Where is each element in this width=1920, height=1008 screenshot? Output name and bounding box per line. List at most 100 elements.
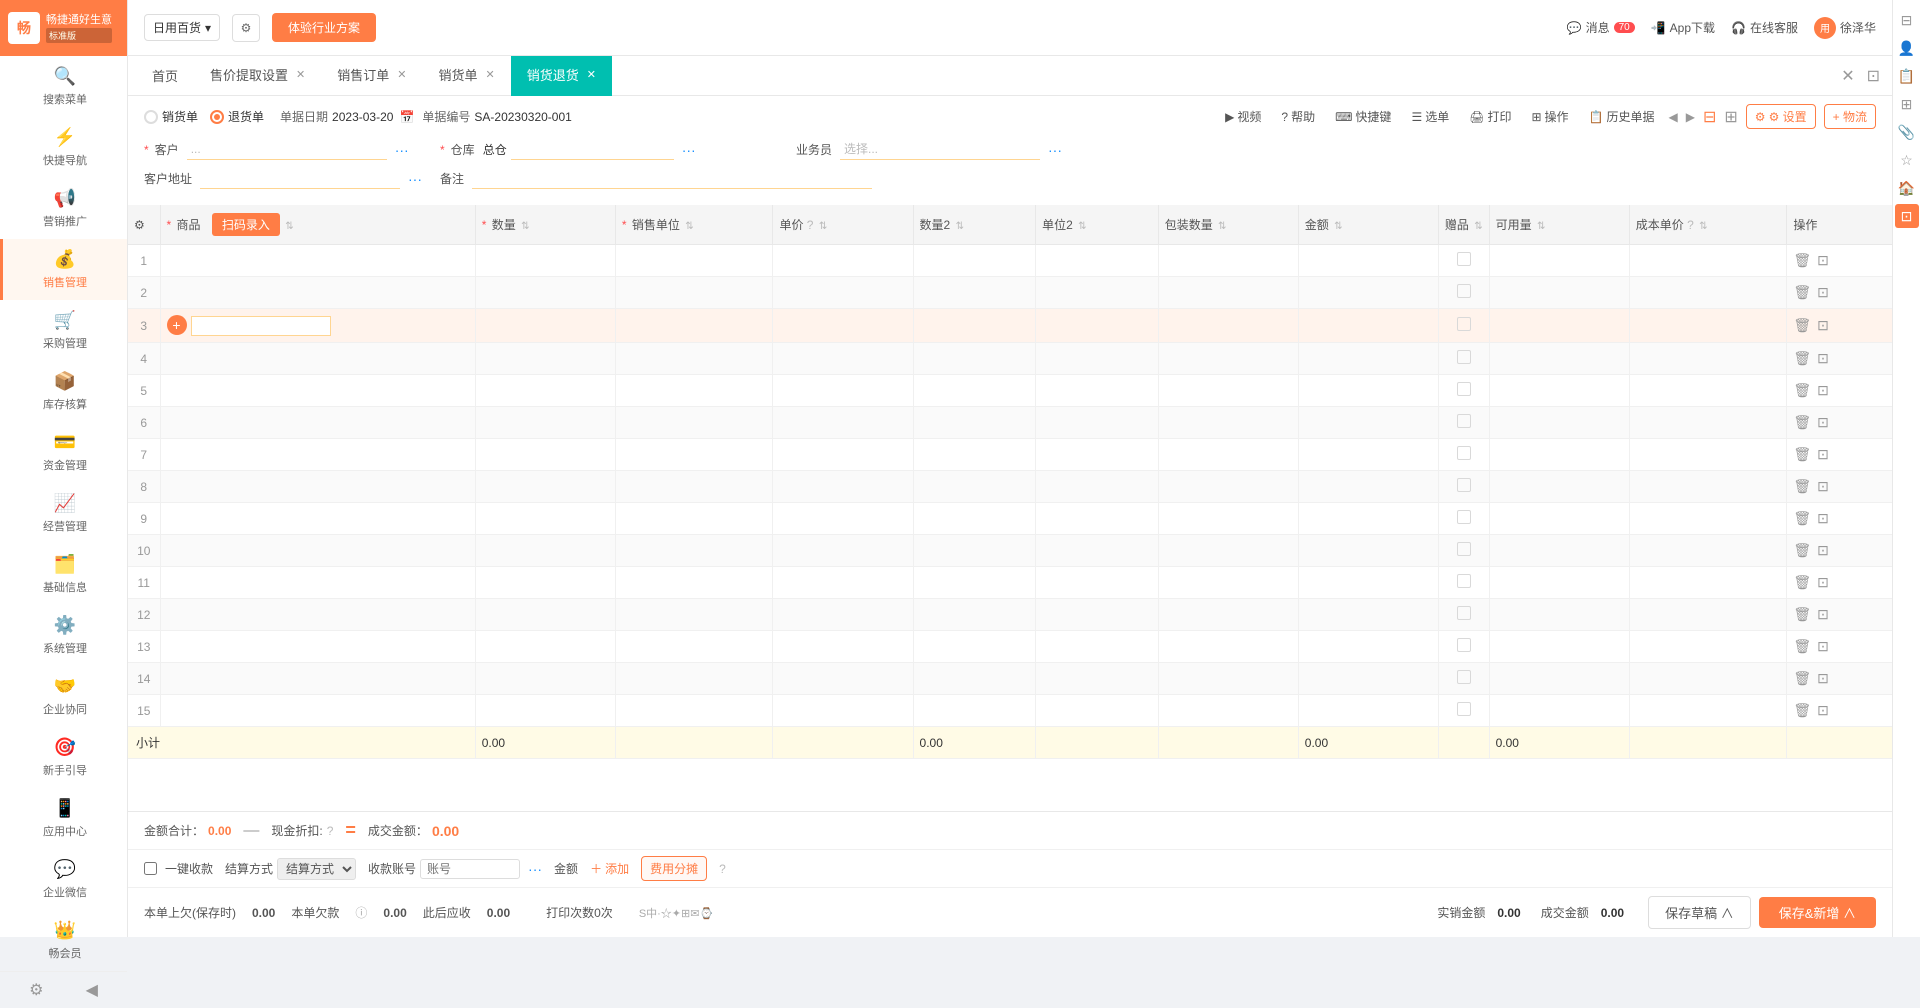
- copy-icon[interactable]: ⊡: [1817, 252, 1829, 269]
- radio-sales-delivery[interactable]: 销货单: [144, 108, 198, 125]
- qty2-cell[interactable]: [913, 375, 1036, 407]
- delete-icon[interactable]: 🗑: [1793, 542, 1811, 559]
- topbar-gear-button[interactable]: ⚙: [232, 14, 260, 42]
- product-cell[interactable]: +: [160, 309, 475, 343]
- unit-price-cell[interactable]: [773, 407, 913, 439]
- unit2-cell[interactable]: [1036, 503, 1159, 535]
- quantity-cell[interactable]: [475, 375, 615, 407]
- unit-price-cell[interactable]: [773, 567, 913, 599]
- sort-icon[interactable]: ⇅: [1334, 221, 1342, 232]
- cost-price-cell[interactable]: [1629, 309, 1787, 343]
- sales-unit-cell[interactable]: [615, 277, 773, 309]
- amount-cell[interactable]: [1298, 631, 1438, 663]
- unit2-cell[interactable]: [1036, 663, 1159, 695]
- info-icon[interactable]: ?: [1687, 218, 1694, 232]
- gift-checkbox[interactable]: [1457, 350, 1471, 364]
- tab-close-icon[interactable]: ✕: [296, 68, 305, 81]
- sales-unit-cell[interactable]: [615, 375, 773, 407]
- available-cell[interactable]: [1489, 535, 1629, 567]
- qty2-cell[interactable]: [913, 663, 1036, 695]
- available-cell[interactable]: [1489, 567, 1629, 599]
- right-panel-icon-1[interactable]: ⊟: [1895, 8, 1919, 32]
- delete-icon[interactable]: 🗑: [1793, 638, 1811, 655]
- gift-checkbox[interactable]: [1457, 638, 1471, 652]
- pack-qty-cell[interactable]: [1158, 631, 1298, 663]
- gift-checkbox[interactable]: [1457, 284, 1471, 298]
- gift-checkbox[interactable]: [1457, 606, 1471, 620]
- save-draft-button[interactable]: 保存草稿 ∧: [1648, 896, 1751, 929]
- delete-icon[interactable]: 🗑: [1793, 252, 1811, 269]
- unit2-cell[interactable]: [1036, 375, 1159, 407]
- unit-price-cell[interactable]: [773, 503, 913, 535]
- unit-price-cell[interactable]: [773, 309, 913, 343]
- tab-home[interactable]: 首页: [136, 56, 194, 96]
- right-panel-icon-4[interactable]: ⊞: [1895, 92, 1919, 116]
- tab-close-icon[interactable]: ✕: [587, 68, 596, 81]
- sort-icon[interactable]: ⇅: [285, 221, 293, 232]
- sales-unit-cell[interactable]: [615, 439, 773, 471]
- sort-icon[interactable]: ⇅: [819, 221, 827, 232]
- pack-qty-cell[interactable]: [1158, 599, 1298, 631]
- amount-cell[interactable]: [1298, 471, 1438, 503]
- sales-unit-cell[interactable]: [615, 567, 773, 599]
- tab-price-setting[interactable]: 售价提取设置 ✕: [194, 56, 321, 96]
- quantity-cell[interactable]: [475, 343, 615, 375]
- cost-price-cell[interactable]: [1629, 407, 1787, 439]
- user-profile-btn[interactable]: 用 徐泽华: [1814, 17, 1876, 39]
- available-cell[interactable]: [1489, 439, 1629, 471]
- unit-price-cell[interactable]: [773, 471, 913, 503]
- amount-cell[interactable]: [1298, 599, 1438, 631]
- gift-cell[interactable]: [1438, 375, 1489, 407]
- delete-icon[interactable]: 🗑: [1793, 574, 1811, 591]
- sidebar-item-operation[interactable]: 📈 经营管理: [0, 483, 127, 544]
- sort-icon[interactable]: ⇅: [1078, 221, 1086, 232]
- online-service-btn[interactable]: 🎧 在线客服: [1731, 19, 1798, 36]
- unit-price-cell[interactable]: [773, 535, 913, 567]
- pack-qty-cell[interactable]: [1158, 471, 1298, 503]
- remark-input[interactable]: [472, 168, 872, 189]
- gift-cell[interactable]: [1438, 407, 1489, 439]
- pack-qty-cell[interactable]: [1158, 695, 1298, 727]
- tab-sales-delivery[interactable]: 销货单 ✕: [422, 56, 510, 96]
- pack-qty-cell[interactable]: [1158, 567, 1298, 599]
- warehouse-lookup-icon[interactable]: ···: [682, 142, 696, 158]
- amount-cell[interactable]: [1298, 375, 1438, 407]
- product-cell[interactable]: [160, 407, 475, 439]
- copy-icon[interactable]: ⊡: [1817, 382, 1829, 399]
- fee-split-hint[interactable]: ?: [719, 862, 726, 876]
- copy-icon[interactable]: ⊡: [1817, 350, 1829, 367]
- delete-icon[interactable]: 🗑: [1793, 446, 1811, 463]
- unit2-cell[interactable]: [1036, 439, 1159, 471]
- qty2-cell[interactable]: [913, 599, 1036, 631]
- available-cell[interactable]: [1489, 375, 1629, 407]
- available-cell[interactable]: [1489, 503, 1629, 535]
- cost-price-cell[interactable]: [1629, 631, 1787, 663]
- unit2-cell[interactable]: [1036, 599, 1159, 631]
- delete-icon[interactable]: 🗑: [1793, 510, 1811, 527]
- copy-icon[interactable]: ⊡: [1817, 542, 1829, 559]
- available-cell[interactable]: [1489, 309, 1629, 343]
- qty2-cell[interactable]: [913, 471, 1036, 503]
- quantity-cell[interactable]: [475, 631, 615, 663]
- tab-sales-order[interactable]: 销售订单 ✕: [321, 56, 422, 96]
- warehouse-input[interactable]: [511, 139, 674, 160]
- available-cell[interactable]: [1489, 343, 1629, 375]
- product-cell[interactable]: [160, 599, 475, 631]
- sidebar-item-weixin[interactable]: 💬 企业微信: [0, 849, 127, 910]
- quantity-cell[interactable]: [475, 663, 615, 695]
- product-cell[interactable]: [160, 567, 475, 599]
- right-panel-icon-5[interactable]: 📎: [1895, 120, 1919, 144]
- sales-unit-cell[interactable]: [615, 309, 773, 343]
- unit2-cell[interactable]: [1036, 309, 1159, 343]
- unit-price-cell[interactable]: [773, 631, 913, 663]
- quantity-cell[interactable]: [475, 439, 615, 471]
- copy-icon[interactable]: ⊡: [1817, 478, 1829, 495]
- amount-cell[interactable]: [1298, 535, 1438, 567]
- address-input[interactable]: [200, 168, 400, 189]
- gift-checkbox[interactable]: [1457, 542, 1471, 556]
- right-panel-icon-7[interactable]: 🏠: [1895, 176, 1919, 200]
- product-cell[interactable]: [160, 471, 475, 503]
- qty2-cell[interactable]: [913, 277, 1036, 309]
- product-cell[interactable]: [160, 631, 475, 663]
- gift-checkbox[interactable]: [1457, 478, 1471, 492]
